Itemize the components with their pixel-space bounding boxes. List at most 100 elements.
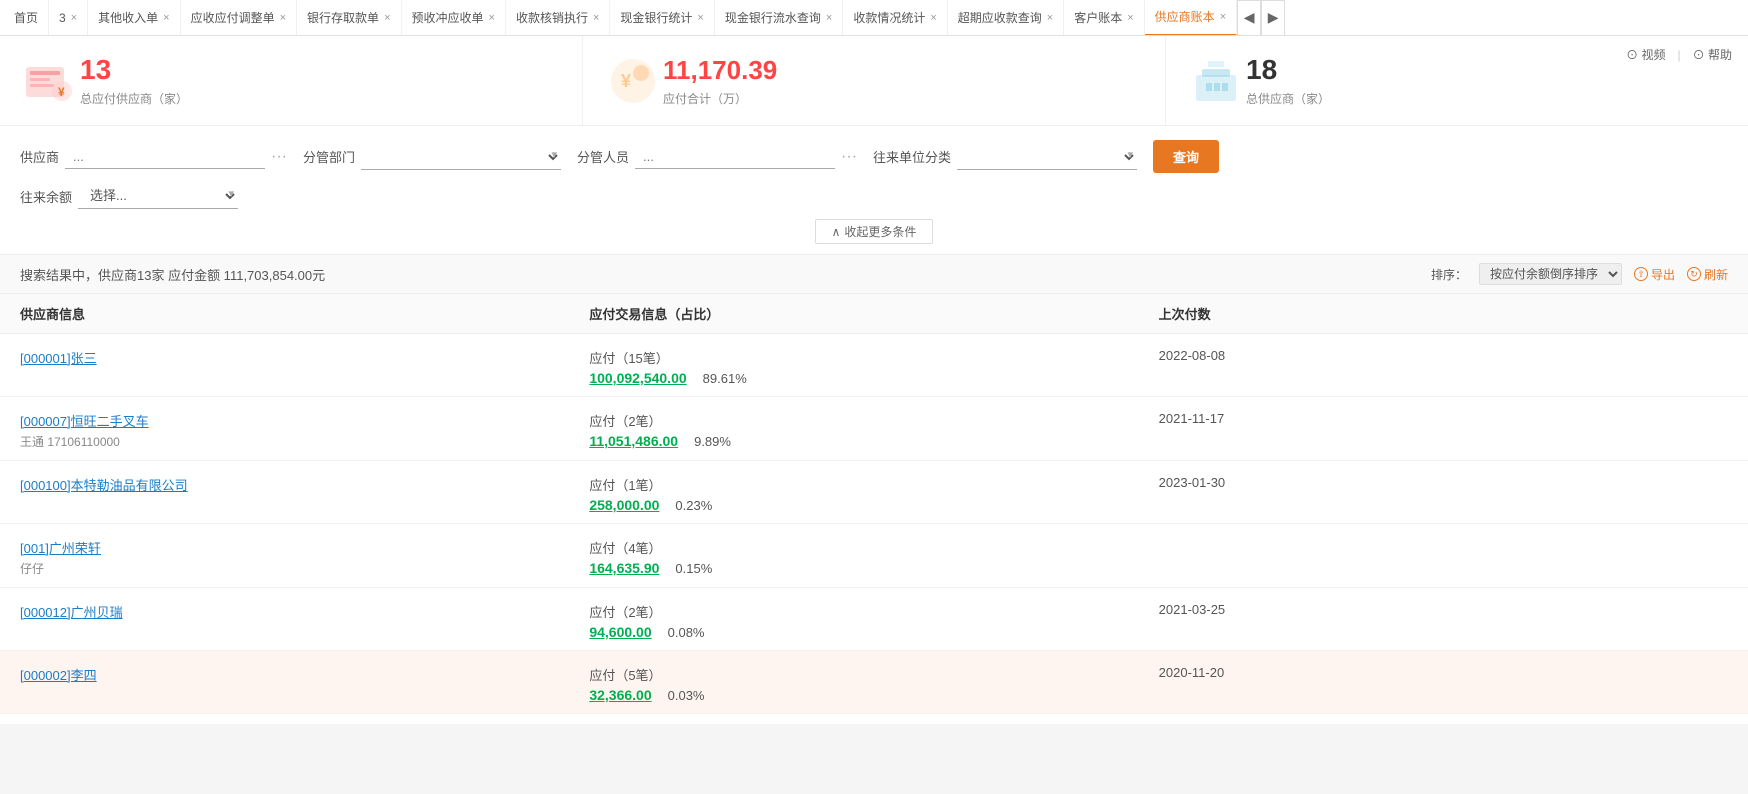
total-suppliers-label: 总供应商（家） — [1246, 90, 1330, 107]
table-row-inner: [000012]广州贝瑞应付（2笔）94,600.000.08%2021-03-… — [0, 588, 1748, 650]
category-select[interactable] — [957, 144, 1137, 170]
col-header-payable: 应付交易信息（占比） — [589, 304, 1158, 323]
payable-amount[interactable]: 32,366.00 — [589, 687, 651, 703]
nav-tab-overdue[interactable]: 超期应收款查询 × — [948, 0, 1064, 36]
dept-select[interactable] — [361, 144, 561, 170]
filter-balance: 往来余额 选择... — [20, 183, 238, 209]
payable-pct: 0.15% — [675, 561, 712, 576]
last-pay-date: 2022-08-08 — [1159, 348, 1728, 363]
collapse-button[interactable]: ∧ 收起更多条件 — [815, 219, 934, 244]
close-icon[interactable]: × — [1047, 12, 1053, 24]
sort-label: 排序： — [1431, 266, 1467, 283]
supplier-name-link[interactable]: [001]广州荣轩 — [20, 538, 589, 557]
payable-col: 应付（2笔）11,051,486.009.89% — [589, 411, 1158, 449]
payable-amount[interactable]: 100,092,540.00 — [589, 370, 686, 386]
payable-col: 应付（2笔）94,600.000.08% — [589, 602, 1158, 640]
payable-amount-value: 11,170.39 — [663, 55, 777, 86]
last-pay-date: 2023-01-30 — [1159, 475, 1728, 490]
filter-area: 供应商 ··· 分管部门 分管人员 ··· 往来单位分类 — [0, 126, 1748, 255]
nav-tab-adjustment[interactable]: 应收应付调整单 × — [181, 0, 297, 36]
payable-col: 应付（15笔）100,092,540.0089.61% — [589, 348, 1158, 386]
results-actions: 排序： 按应付余额倒序排序 ⇧ 导出 ↻ 刷新 — [1431, 263, 1728, 285]
nav-tab-bank[interactable]: 银行存取款单 × — [297, 0, 401, 36]
help-link[interactable]: ⊙ 帮助 — [1693, 46, 1732, 63]
export-button[interactable]: ⇧ 导出 — [1634, 266, 1675, 283]
payable-amount-row: 258,000.000.23% — [589, 494, 1158, 513]
person-input[interactable] — [635, 145, 835, 169]
nav-prev-arrow[interactable]: ◀ — [1237, 0, 1261, 36]
nav-tab-home[interactable]: 首页 — [4, 0, 49, 36]
export-icon: ⇧ — [1634, 267, 1648, 281]
nav-next-arrow[interactable]: ▶ — [1261, 0, 1285, 36]
last-pay-col: 2020-11-20 — [1159, 665, 1728, 680]
results-header: 搜索结果中，供应商13家 应付金额 111,703,854.00元 排序： 按应… — [0, 255, 1748, 294]
person-dots-icon[interactable]: ··· — [841, 148, 857, 166]
close-icon[interactable]: × — [280, 12, 286, 24]
nav-tab-collection[interactable]: 收款核销执行 × — [506, 0, 610, 36]
close-icon[interactable]: × — [489, 12, 495, 24]
supplier-name-link[interactable]: [000007]恒旺二手叉车 — [20, 411, 589, 430]
close-icon[interactable]: × — [1220, 11, 1226, 23]
payable-amount[interactable]: 258,000.00 — [589, 497, 659, 513]
close-icon[interactable]: × — [697, 12, 703, 24]
balance-label: 往来余额 — [20, 187, 72, 206]
payable-pct: 9.89% — [694, 434, 731, 449]
table-row-inner: [001]广州荣轩仔仔应付（4笔）164,635.900.15% — [0, 524, 1748, 587]
supplier-col: [000001]张三 — [20, 348, 589, 367]
close-icon[interactable]: × — [930, 12, 936, 24]
payable-label: 应付（5笔） — [589, 665, 1158, 684]
dept-select-wrap — [361, 144, 561, 170]
supplier-name-link[interactable]: [000100]本特勒油品有限公司 — [20, 475, 589, 494]
last-pay-date: 2021-03-25 — [1159, 602, 1728, 617]
category-select-wrap — [957, 144, 1137, 170]
nav-tab-supplier-ledger[interactable]: 供应商账本 × — [1145, 0, 1237, 36]
payable-amount[interactable]: 94,600.00 — [589, 624, 651, 640]
svg-text:¥: ¥ — [621, 71, 631, 91]
nav-tab-collection-stats[interactable]: 收款情况统计 × — [843, 0, 947, 36]
payable-label: 应付（1笔） — [589, 475, 1158, 494]
payable-pct: 89.61% — [703, 371, 747, 386]
supplier-sub: 仔仔 — [20, 560, 589, 577]
supplier-name-link[interactable]: [000002]李四 — [20, 665, 589, 684]
last-pay-col: 2021-11-17 — [1159, 411, 1728, 426]
supplier-dots-icon[interactable]: ··· — [271, 148, 287, 166]
payable-amount-label: 应付合计（万） — [663, 90, 777, 107]
close-icon[interactable]: × — [826, 12, 832, 24]
supplier-name-link[interactable]: [000012]广州贝瑞 — [20, 602, 589, 621]
query-button[interactable]: 查询 — [1153, 140, 1219, 173]
table-row: [000100]本特勒油品有限公司应付（1笔）258,000.000.23%20… — [0, 461, 1748, 524]
close-icon[interactable]: × — [384, 12, 390, 24]
refresh-button[interactable]: ↻ 刷新 — [1687, 266, 1728, 283]
summary-bar: ¥ 13 总应付供应商（家） ¥ 11,170.39 应付合计（万） — [0, 36, 1748, 126]
nav-tab-customer-ledger[interactable]: 客户账本 × — [1064, 0, 1144, 36]
top-nav: 首页 3 × 其他收入单 × 应收应付调整单 × 银行存取款单 × 预收冲应收单… — [0, 0, 1748, 36]
close-icon[interactable]: × — [71, 12, 77, 24]
sort-select[interactable]: 按应付余额倒序排序 — [1479, 263, 1622, 285]
nav-tab-cash-flow[interactable]: 现金银行流水查询 × — [715, 0, 843, 36]
filter-person: 分管人员 ··· — [577, 145, 857, 169]
col-header-lastpay: 上次付数 — [1159, 304, 1728, 323]
payable-amount[interactable]: 11,051,486.00 — [589, 433, 678, 449]
nav-tab-cash-stats[interactable]: 现金银行统计 × — [610, 0, 714, 36]
payable-suppliers-icon: ¥ — [20, 51, 80, 111]
close-icon[interactable]: × — [593, 12, 599, 24]
supplier-col: [001]广州荣轩仔仔 — [20, 538, 589, 577]
nav-tab-3[interactable]: 3 × — [49, 0, 88, 36]
payable-amount[interactable]: 164,635.90 — [589, 560, 659, 576]
supplier-name-link[interactable]: [000001]张三 — [20, 348, 589, 367]
table-row: [000001]张三应付（15笔）100,092,540.0089.61%202… — [0, 334, 1748, 397]
payable-amount-row: 100,092,540.00 89.61% — [589, 367, 1158, 386]
balance-select[interactable]: 选择... — [78, 183, 238, 209]
close-icon[interactable]: × — [1127, 12, 1133, 24]
dept-label: 分管部门 — [303, 147, 355, 166]
payable-pct: 0.08% — [668, 625, 705, 640]
payable-pct: 0.03% — [668, 688, 705, 703]
supplier-input[interactable] — [65, 145, 265, 169]
table-row-inner: [000002]李四应付（5笔） 32,366.00 0.03% 2020-11-20 — [0, 651, 1748, 713]
last-pay-col: 2021-03-25 — [1159, 602, 1728, 617]
nav-tab-prepay[interactable]: 预收冲应收单 × — [402, 0, 506, 36]
balance-select-wrap: 选择... — [78, 183, 238, 209]
video-link[interactable]: ⊙ 视频 — [1626, 46, 1665, 63]
nav-tab-other-income[interactable]: 其他收入单 × — [88, 0, 180, 36]
close-icon[interactable]: × — [163, 12, 169, 24]
